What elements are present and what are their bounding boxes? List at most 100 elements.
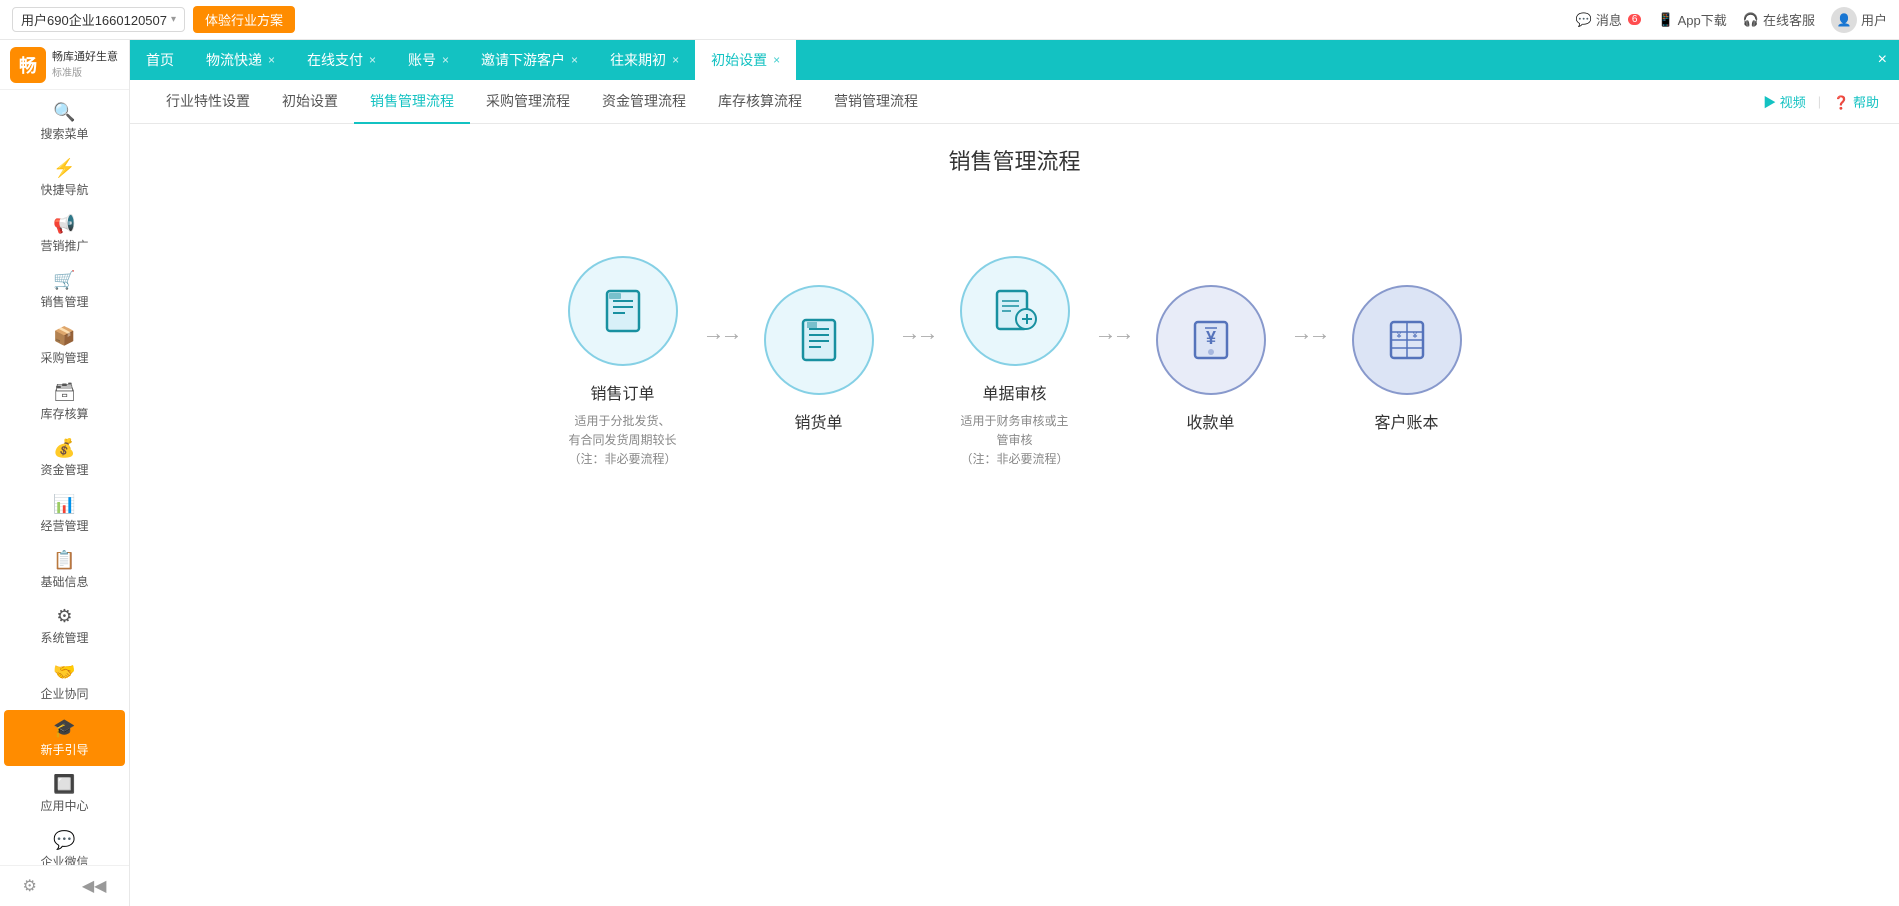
sidebar-item-purchase-mgmt[interactable]: 📦采购管理	[0, 318, 129, 374]
svg-text:¥: ¥	[1205, 328, 1215, 348]
page-tab-sales-flow[interactable]: 销售管理流程	[354, 80, 470, 124]
page-tab-marketing-flow[interactable]: 营销管理流程	[818, 80, 934, 124]
app-download-button[interactable]: 📱 App下载	[1657, 10, 1726, 29]
logo-text-block: 畅库通好生意 标准版	[52, 50, 118, 79]
tab-account-close[interactable]: ×	[442, 53, 449, 67]
user-label: 用户690企业1660120507	[21, 10, 167, 29]
sidebar-item-system-mgmt[interactable]: ⚙系统管理	[0, 598, 129, 654]
app-icon: 🔲	[53, 774, 75, 795]
tab-logistics[interactable]: 物流快递 ×	[190, 40, 291, 80]
nav-close-all-button[interactable]: ×	[1866, 51, 1899, 69]
logo-sub: 标准版	[52, 64, 118, 79]
download-icon: 📱	[1657, 12, 1673, 28]
sales-icon: 🛒	[53, 270, 75, 291]
basic-info-icon: 📋	[53, 550, 75, 571]
help-button[interactable]: ❓ 帮助	[1833, 92, 1879, 111]
online-service-button[interactable]: 🎧 在线客服	[1743, 10, 1815, 29]
purchase-icon: 📦	[53, 326, 75, 347]
flow-step-title-customer-ledger: 客户账本	[1374, 409, 1438, 433]
flow-step-title-doc-review: 单据审核	[982, 380, 1046, 404]
flow-circle-sales-order	[568, 256, 678, 366]
flow-step-customer-ledger[interactable]: ¥ ¥ 客户账本	[1327, 285, 1487, 441]
page-tab-initial[interactable]: 初始设置	[266, 80, 354, 124]
flow-step-desc-sales-order: 适用于分批发货、有合同发货周期较长（注：非必要流程）	[568, 412, 676, 470]
marketing-icon: 📢	[53, 214, 75, 235]
sidebar-item-enterprise-coop[interactable]: 🤝企业协同	[0, 654, 129, 710]
nav-tabs: 首页 物流快递 × 在线支付 × 账号 × 邀请下游客户 × 往来期初 ×	[130, 40, 1899, 80]
tab-initial-close[interactable]: ×	[773, 53, 780, 67]
flow-diagram: 销售订单 适用于分批发货、有合同发货周期较长（注：非必要流程） →→	[150, 236, 1879, 490]
top-bar-left: 用户690企业1660120507 ▾ 体验行业方案	[12, 6, 295, 33]
sidebar-menu: 🔍搜索菜单 ⚡快捷导航 📢营销推广 🛒销售管理 📦采购管理 🗃库存核算 💰资金管…	[0, 90, 129, 865]
tab-invite-downstream[interactable]: 邀请下游客户 ×	[465, 40, 594, 80]
sidebar-item-finance-mgmt[interactable]: 💰资金管理	[0, 430, 129, 486]
page-tabs-left: 行业特性设置 初始设置 销售管理流程 采购管理流程 资金管理流程 库存核算流程 …	[150, 80, 934, 124]
sidebar-settings-button[interactable]: ⚙	[19, 872, 41, 900]
logo-icon: 畅	[10, 47, 46, 83]
tab-invite-close[interactable]: ×	[571, 53, 578, 67]
page-tabs-right: ▶ 视频 | ❓ 帮助	[1763, 92, 1879, 111]
page-tab-finance-flow[interactable]: 资金管理流程	[586, 80, 702, 124]
flow-circle-doc-review	[960, 256, 1070, 366]
sidebar-item-sales-mgmt[interactable]: 🛒销售管理	[0, 262, 129, 318]
tab-account[interactable]: 账号 ×	[392, 40, 465, 80]
guide-icon: 🎓	[53, 718, 75, 739]
flow-step-receipt[interactable]: ¥ 收款单	[1131, 285, 1291, 441]
sidebar-item-enterprise-wechat[interactable]: 💬企业微信	[0, 822, 129, 865]
sidebar-item-search-menu[interactable]: 🔍搜索菜单	[0, 94, 129, 150]
user-name-label: 用户	[1861, 10, 1887, 29]
svg-text:¥: ¥	[1395, 330, 1402, 340]
flow-arrow-1: →→	[703, 320, 739, 406]
tab-period-close[interactable]: ×	[672, 53, 679, 67]
sidebar-item-operations[interactable]: 📊经营管理	[0, 486, 129, 542]
sidebar-item-quick-nav[interactable]: ⚡快捷导航	[0, 150, 129, 206]
system-icon: ⚙	[56, 606, 72, 627]
flow-step-sales-invoice[interactable]: 销货单	[739, 285, 899, 441]
flow-step-doc-review[interactable]: 单据审核 适用于财务审核或主管审核（注：非必要流程）	[935, 256, 1095, 470]
main-content: 销售管理流程 销售订单 适用于分批发货、有合同	[130, 124, 1899, 906]
flow-step-sales-order[interactable]: 销售订单 适用于分批发货、有合同发货周期较长（注：非必要流程）	[543, 256, 703, 470]
page-tab-inventory-flow[interactable]: 库存核算流程	[702, 80, 818, 124]
user-selector[interactable]: 用户690企业1660120507 ▾	[12, 7, 185, 32]
flow-circle-customer-ledger: ¥ ¥	[1352, 285, 1462, 395]
tab-initial-setup[interactable]: 初始设置 ×	[695, 40, 796, 80]
sidebar-item-basic-info[interactable]: 📋基础信息	[0, 542, 129, 598]
svg-text:¥: ¥	[1411, 330, 1418, 340]
tab-period-init[interactable]: 往来期初 ×	[594, 40, 695, 80]
wechat-icon: 💬	[53, 830, 75, 851]
tab-home[interactable]: 首页	[130, 40, 190, 80]
user-profile-button[interactable]: 👤 用户	[1831, 7, 1887, 33]
flow-step-desc-doc-review: 适用于财务审核或主管审核（注：非必要流程）	[960, 412, 1068, 470]
page-tab-industry[interactable]: 行业特性设置	[150, 80, 266, 124]
sidebar-item-inventory[interactable]: 🗃库存核算	[0, 374, 129, 430]
tab-payment-close[interactable]: ×	[369, 53, 376, 67]
video-label: 视频	[1780, 95, 1806, 110]
inventory-icon: 🗃	[53, 382, 76, 403]
service-icon: 🎧	[1743, 12, 1759, 28]
message-badge: 6	[1628, 14, 1642, 25]
page-tab-purchase-flow[interactable]: 采购管理流程	[470, 80, 586, 124]
message-button[interactable]: 💬 消息 6	[1576, 10, 1642, 29]
message-icon: 💬	[1576, 12, 1592, 28]
top-bar: 用户690企业1660120507 ▾ 体验行业方案 💬 消息 6 📱 App下…	[0, 0, 1899, 40]
tab-logistics-close[interactable]: ×	[268, 53, 275, 67]
flow-step-title-sales-invoice: 销货单	[794, 409, 842, 433]
flow-step-title-sales-order: 销售订单	[590, 380, 654, 404]
video-button[interactable]: ▶ 视频	[1763, 92, 1806, 111]
flow-arrow-3: →→	[1095, 320, 1131, 406]
sidebar-collapse-button[interactable]: ◀◀	[78, 872, 111, 900]
tab-payment[interactable]: 在线支付 ×	[291, 40, 392, 80]
quick-nav-icon: ⚡	[53, 158, 75, 179]
flow-step-title-receipt: 收款单	[1186, 409, 1234, 433]
page-tabs: 行业特性设置 初始设置 销售管理流程 采购管理流程 资金管理流程 库存核算流程 …	[130, 80, 1899, 124]
sidebar-item-new-guide[interactable]: 🎓新手引导	[4, 710, 125, 766]
app-download-label: App下载	[1678, 10, 1727, 29]
top-bar-right: 💬 消息 6 📱 App下载 🎧 在线客服 👤 用户	[1576, 7, 1887, 33]
chevron-down-icon: ▾	[171, 14, 176, 25]
flow-circle-receipt: ¥	[1156, 285, 1266, 395]
sidebar: 畅 畅库通好生意 标准版 🔍搜索菜单 ⚡快捷导航 📢营销推广 🛒销售管理 📦采购…	[0, 40, 130, 906]
help-icon: ❓	[1833, 95, 1853, 110]
trial-button[interactable]: 体验行业方案	[193, 6, 295, 33]
sidebar-item-marketing-promo[interactable]: 📢营销推广	[0, 206, 129, 262]
sidebar-item-app-center[interactable]: 🔲应用中心	[0, 766, 129, 822]
